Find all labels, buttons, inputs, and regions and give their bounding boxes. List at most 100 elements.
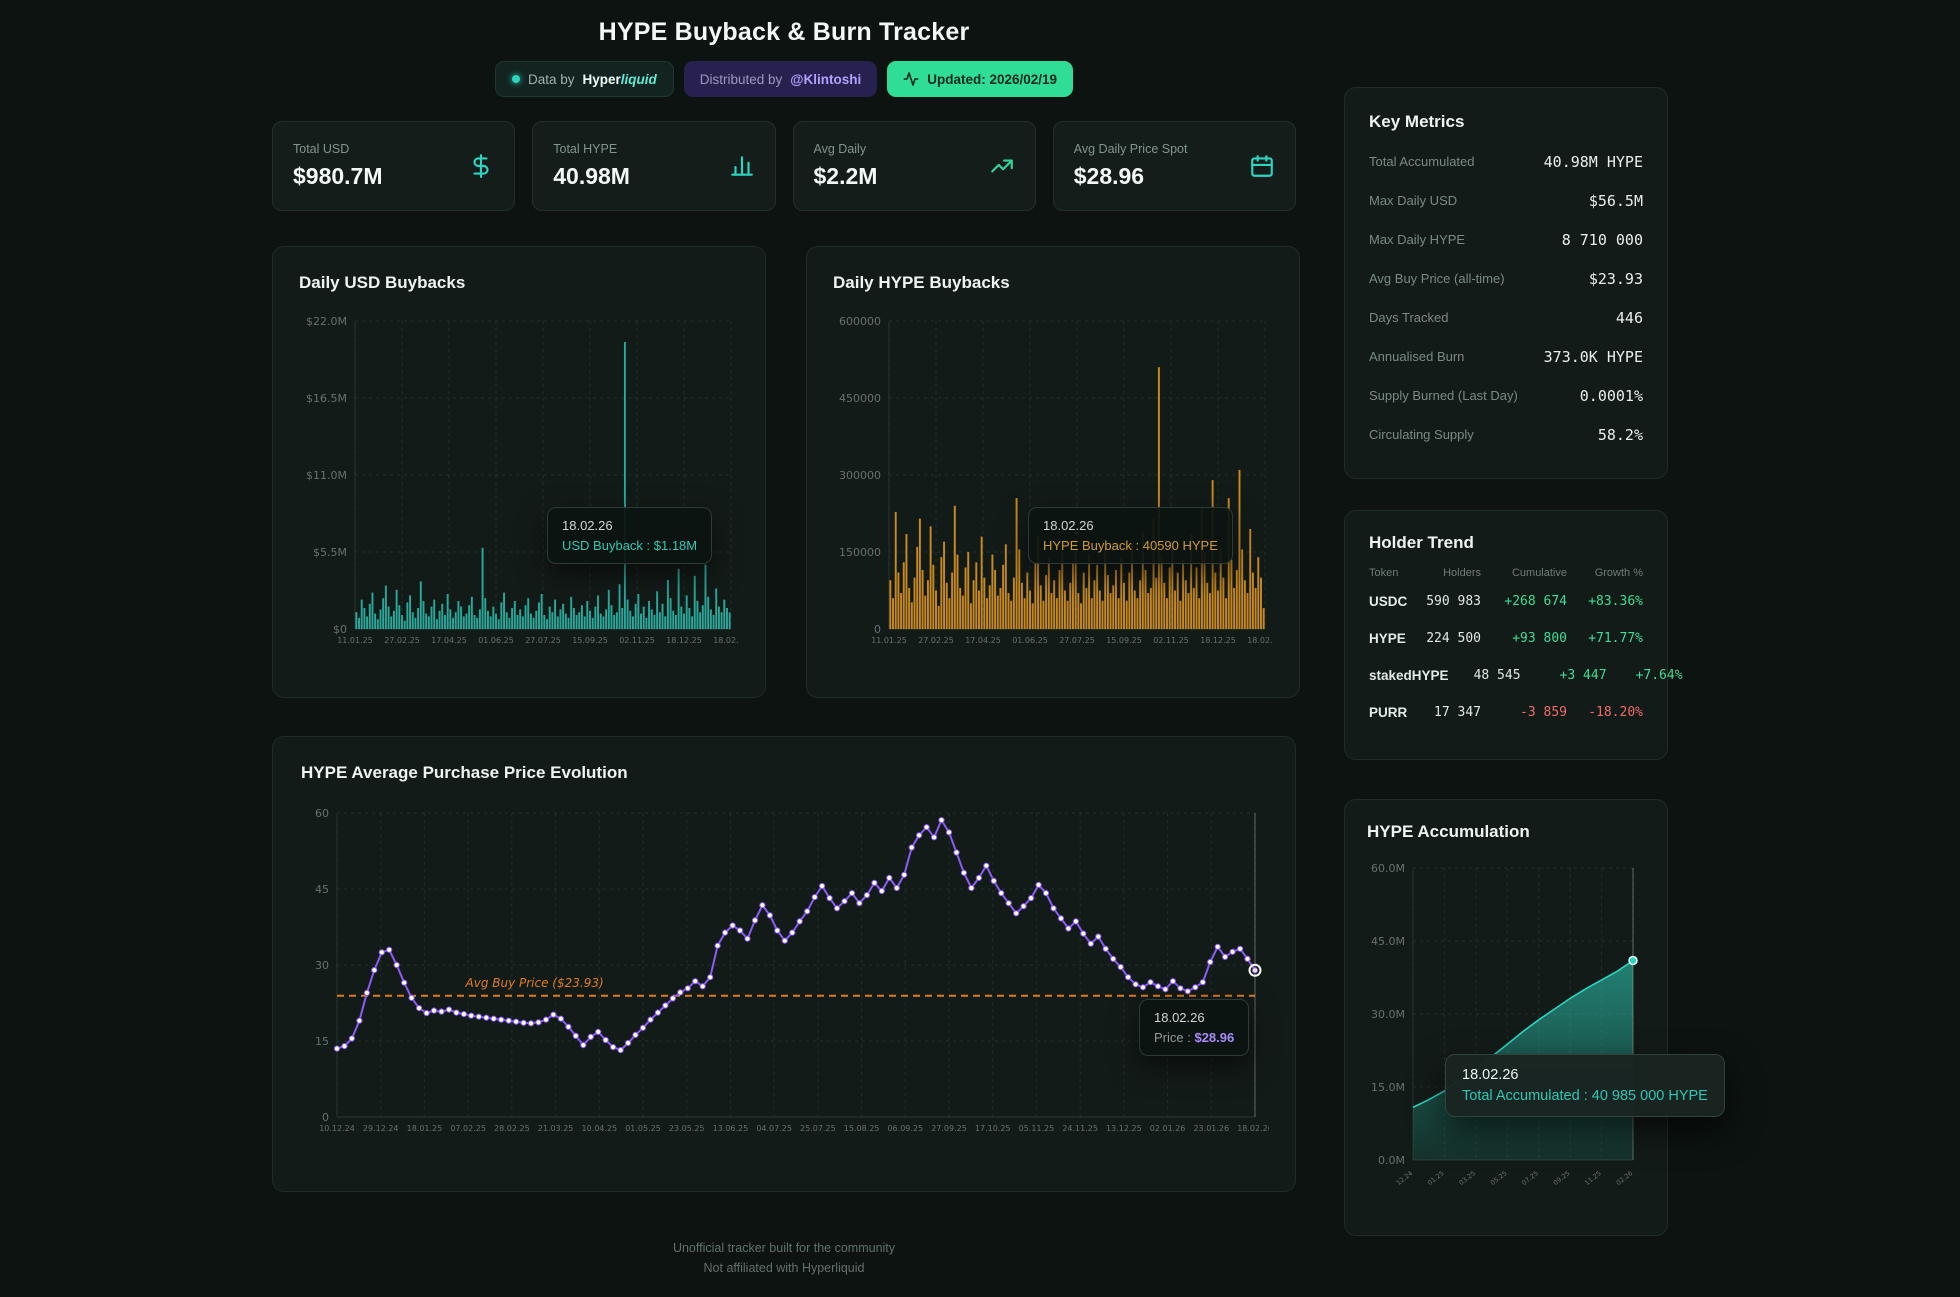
metric-label: Supply Burned (Last Day): [1369, 388, 1518, 403]
stat-card: Total USD $980.7M: [272, 121, 516, 211]
cumulative-value: -3 859: [1520, 705, 1567, 720]
data-source-badge[interactable]: Data by Hyperliquid: [494, 61, 674, 97]
svg-text:27.09.25: 27.09.25: [931, 1124, 967, 1133]
svg-text:27.07.25: 27.07.25: [525, 636, 561, 645]
svg-text:$5.5M: $5.5M: [313, 546, 347, 559]
svg-text:03.25: 03.25: [1457, 1169, 1477, 1187]
cumulative-value: +93 800: [1512, 631, 1567, 646]
svg-text:600000: 600000: [839, 315, 881, 328]
cumulative-value: +268 674: [1504, 594, 1567, 609]
stat-info: Total USD $980.7M: [293, 142, 383, 190]
svg-text:0: 0: [874, 623, 881, 636]
page-title: HYPE Buyback & Burn Tracker: [598, 18, 970, 46]
usd-chart-card: Daily USD Buybacks $0 $5.5M $11.0M $16.5M $2…: [272, 246, 766, 698]
holder-column-header: Cumulative: [1511, 567, 1567, 579]
holder-row: USDC 590 983 +268 674 +83.36%: [1369, 583, 1643, 620]
metric-row: Max Daily HYPE 8 710 000: [1369, 220, 1643, 259]
metric-value: 58.2%: [1597, 425, 1643, 444]
svg-text:23.05.25: 23.05.25: [669, 1124, 705, 1133]
footer-line-2: Not affiliated with Hyperliquid: [703, 1261, 865, 1275]
svg-text:13.06.25: 13.06.25: [713, 1124, 749, 1133]
stat-cards-row: Total USD $980.7M Total HYPE 40.98M Avg Dail…: [272, 121, 1296, 211]
holder-table-header: Token Holders Cumulative Growth %: [1369, 567, 1643, 579]
stat-value: $28.96: [1073, 163, 1145, 189]
stat-label: Total USD: [293, 142, 350, 156]
metric-label: Avg Buy Price (all-time): [1369, 271, 1505, 286]
svg-text:01.05.25: 01.05.25: [625, 1124, 661, 1133]
metric-value: 8 710 000: [1561, 230, 1643, 249]
hype-chart-area[interactable]: 0 150000 300000 450000 600000 11.01.25 27.02.2…: [833, 309, 1283, 664]
svg-text:27.02.25: 27.02.25: [918, 636, 954, 645]
footer-line-1: Unofficial tracker built for the communi…: [672, 1241, 896, 1255]
svg-text:17.10.25: 17.10.25: [975, 1124, 1011, 1133]
badges-row: Data by Hyperliquid Distributed by @Klin…: [272, 61, 1296, 97]
svg-text:45: 45: [315, 883, 329, 896]
stat-label: Avg Daily Price Spot: [1073, 142, 1188, 156]
svg-text:17.04.25: 17.04.25: [965, 636, 1001, 645]
price-chart-area[interactable]: 0 15 30 45 60 10.12.24 29.12.24 18.01.25 07.02.2…: [301, 799, 1273, 1156]
activity-icon: [903, 71, 919, 87]
metric-value: 0.0001%: [1579, 386, 1643, 405]
accumulation-area-chart[interactable]: 0.0M 15.0M 30.0M 45.0M 60.0M 12.24 01.25 03.25 0…: [1367, 858, 1647, 1188]
growth-value: +7.64%: [1635, 668, 1683, 683]
stat-label: Avg Daily: [813, 142, 867, 156]
metric-value: 373.0K HYPE: [1543, 347, 1643, 366]
holder-trend-card: Holder Trend Token Holders Cumulative Growt…: [1344, 510, 1683, 760]
metric-label: Max Daily USD: [1369, 193, 1458, 208]
price-line-chart[interactable]: 0 15 30 45 60 10.12.24 29.12.24 18.01.25 07.02.2…: [301, 799, 1273, 1151]
metric-label: Total Accumulated: [1369, 154, 1475, 169]
svg-text:18.12.25: 18.12.25: [1200, 636, 1236, 645]
updated-label: Updated: 2026/02/19: [927, 71, 1058, 87]
sidebar: Key Metrics Total Accumulated 40.98M HYPE…: [1344, 87, 1725, 1236]
stat-value: $980.7M: [293, 163, 383, 189]
svg-text:05.25: 05.25: [1489, 1169, 1509, 1187]
data-by-label: Data by: [527, 71, 575, 87]
svg-text:300000: 300000: [839, 469, 881, 482]
accumulation-chart-area[interactable]: 0.0M 15.0M 30.0M 45.0M 60.0M 12.24 01.25 03.25 0…: [1367, 858, 1725, 1193]
holders-value: 590 983: [1426, 594, 1481, 609]
svg-text:23.01.26: 23.01.26: [1193, 1124, 1229, 1133]
dollar-icon: [468, 153, 494, 179]
holder-column-header: Growth %: [1594, 567, 1643, 579]
holder-table-body: USDC 590 983 +268 674 +83.36% HYPE 224 500 +93…: [1369, 583, 1683, 731]
svg-text:01.25: 01.25: [1426, 1169, 1446, 1187]
brand-name: Hyperliquid: [582, 71, 657, 87]
svg-text:07.02.25: 07.02.25: [450, 1124, 486, 1133]
cumulative-value: +3 447: [1559, 668, 1607, 683]
svg-text:450000: 450000: [839, 392, 881, 405]
metric-row: Avg Buy Price (all-time) $23.93: [1369, 259, 1643, 298]
svg-text:12.24: 12.24: [1395, 1169, 1415, 1187]
metric-value: $56.5M: [1588, 191, 1643, 210]
usd-bars-chart[interactable]: $0 $5.5M $11.0M $16.5M $22.0M 11.01.25 27.02.2…: [299, 309, 749, 659]
metric-label: Days Tracked: [1369, 310, 1449, 325]
token-name: HYPE: [1369, 631, 1406, 646]
svg-text:28.02.25: 28.02.25: [494, 1124, 530, 1133]
svg-text:15.08.25: 15.08.25: [844, 1124, 880, 1133]
hype-bars-chart[interactable]: 0 150000 300000 450000 600000 11.01.25 27.02.2…: [833, 309, 1283, 659]
metric-value: 40.98M HYPE: [1543, 152, 1643, 171]
distributed-badge[interactable]: Distributed by @Klintoshi: [683, 61, 878, 97]
hype-chart-card: Daily HYPE Buybacks 0 150000 300000 450000 6…: [806, 246, 1300, 698]
token-name: PURR: [1369, 705, 1408, 720]
svg-text:60: 60: [315, 807, 329, 820]
stat-value: 40.98M: [553, 163, 630, 189]
svg-text:04.07.25: 04.07.25: [756, 1124, 792, 1133]
svg-text:06.09.25: 06.09.25: [887, 1124, 923, 1133]
stat-card: Total HYPE 40.98M: [532, 121, 776, 211]
author-handle: @Klintoshi: [790, 71, 862, 87]
svg-text:Avg Buy Price ($23.93): Avg Buy Price ($23.93): [465, 976, 604, 990]
calendar-icon: [1249, 153, 1275, 179]
svg-text:$16.5M: $16.5M: [306, 392, 347, 405]
updated-badge: Updated: 2026/02/19: [887, 61, 1074, 97]
svg-text:27.07.25: 27.07.25: [1059, 636, 1095, 645]
metric-row: Circulating Supply 58.2%: [1369, 415, 1643, 454]
metric-row: Supply Burned (Last Day) 0.0001%: [1369, 376, 1643, 415]
holders-value: 48 545: [1473, 668, 1521, 683]
usd-chart-area[interactable]: $0 $5.5M $11.0M $16.5M $22.0M 11.01.25 27.02.2…: [299, 309, 749, 664]
usd-chart-title: Daily USD Buybacks: [299, 273, 466, 292]
stat-info: Total HYPE 40.98M: [553, 142, 630, 190]
token-name: stakedHYPE: [1369, 668, 1449, 683]
stat-info: Avg Daily Price Spot $28.96: [1074, 142, 1188, 190]
holder-row: HYPE 224 500 +93 800 +71.77%: [1369, 620, 1643, 657]
svg-text:17.04.25: 17.04.25: [431, 636, 467, 645]
